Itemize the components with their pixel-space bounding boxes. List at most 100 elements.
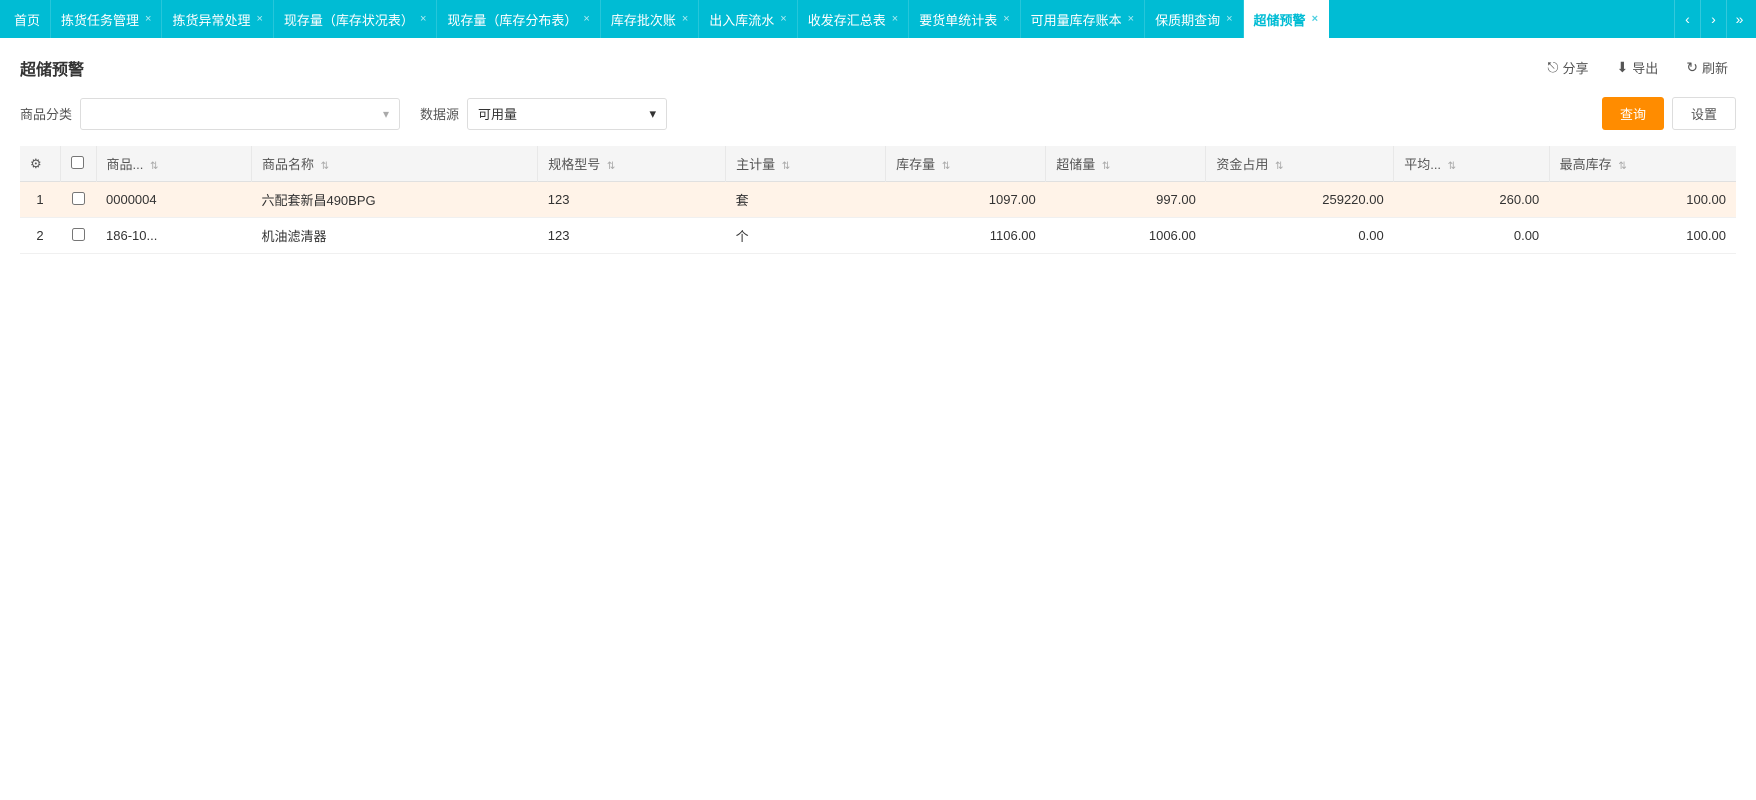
close-icon[interactable]: × [1128,13,1134,25]
max-stock-col-header[interactable]: 最高库存 ⇅ [1549,146,1736,182]
export-icon: ⬇ [1617,59,1629,76]
nav-task-mgmt[interactable]: 拣货任务管理 × [51,0,162,38]
datasource-select[interactable]: 可用量 ▾ [467,98,667,130]
nav-quality-check[interactable]: 保质期查询 × [1145,0,1243,38]
close-icon[interactable]: × [682,13,688,25]
sort-icon: ⇅ [1275,161,1283,172]
avg-col-header[interactable]: 平均... ⇅ [1394,146,1549,182]
nav-home[interactable]: 首页 [4,0,51,38]
spec-cell: 123 [538,218,726,254]
share-button[interactable]: ⎋ 分享 [1539,54,1596,81]
overstock-cell: 1006.00 [1046,218,1206,254]
nav-stock-dist[interactable]: 现存量（库存分布表） × [437,0,600,38]
sort-icon: ⇅ [1448,161,1456,172]
close-icon[interactable]: × [1312,13,1318,25]
close-icon[interactable]: × [1226,13,1232,25]
page-title: 超储预警 [20,56,84,80]
refresh-icon: ↻ [1686,59,1698,76]
nav-inout-flow[interactable]: 出入库流水 × [699,0,797,38]
sort-icon: ⇅ [607,161,615,172]
sku-code-cell: 0000004 [96,182,251,218]
unit-cell: 个 [726,218,886,254]
close-icon[interactable]: × [145,13,151,25]
filter-actions: 查询 设置 [1602,97,1736,130]
close-icon[interactable]: × [780,13,786,25]
close-icon[interactable]: × [256,13,262,25]
capital-occ-cell: 0.00 [1206,218,1394,254]
sku-code-col-header[interactable]: 商品... ⇅ [96,146,251,182]
sku-name-cell: 六配套新昌490BPG [251,182,537,218]
nav-more-arrow[interactable]: » [1726,0,1752,38]
nav-exception[interactable]: 拣货异常处理 × [162,0,273,38]
nav-batch-ledger[interactable]: 库存批次账 × [601,0,699,38]
nav-stock-status[interactable]: 现存量（库存状况表） × [274,0,437,38]
close-icon[interactable]: × [892,13,898,25]
sort-icon: ⇅ [782,161,790,172]
sort-icon: ⇅ [1102,161,1110,172]
share-icon: ⎋ [1547,59,1558,76]
capital-occ-col-header[interactable]: 资金占用 ⇅ [1206,146,1394,182]
stock-col-header[interactable]: 库存量 ⇅ [886,146,1046,182]
settings-button[interactable]: 设置 [1672,97,1736,130]
table-row: 1 0000004 六配套新昌490BPG 123 套 1097.00 997.… [20,182,1736,218]
page-header: 超储预警 ⎋ 分享 ⬇ 导出 ↻ 刷新 [20,54,1736,81]
row-checkbox-cell[interactable] [60,218,96,254]
sku-code-cell: 186-10... [96,218,251,254]
sort-icon: ⇅ [321,161,329,172]
category-filter: 商品分类 ▾ [20,98,400,130]
sort-icon: ⇅ [1618,161,1626,172]
export-button[interactable]: ⬇ 导出 [1609,54,1667,81]
table-row: 2 186-10... 机油滤清器 123 个 1106.00 1006.00 … [20,218,1736,254]
chevron-down-icon: ▾ [650,106,657,122]
row-checkbox-cell[interactable] [60,182,96,218]
category-select[interactable]: ▾ [80,98,400,130]
close-icon[interactable]: × [420,13,426,25]
header-actions: ⎋ 分享 ⬇ 导出 ↻ 刷新 [1539,54,1736,81]
stock-cell: 1097.00 [886,182,1046,218]
unit-col-header[interactable]: 主计量 ⇅ [726,146,886,182]
nav-overstock-warning[interactable]: 超储预警 × [1244,0,1329,38]
overstock-cell: 997.00 [1046,182,1206,218]
unit-cell: 套 [726,182,886,218]
datasource-filter: 数据源 可用量 ▾ [420,98,667,130]
overstock-col-header[interactable]: 超储量 ⇅ [1046,146,1206,182]
max-stock-cell: 100.00 [1549,182,1736,218]
datasource-value: 可用量 [478,104,517,123]
sku-name-cell: 机油滤清器 [251,218,537,254]
filter-bar: 商品分类 ▾ 数据源 可用量 ▾ 查询 设置 [20,97,1736,130]
data-table: ⚙ 商品... ⇅ 商品名称 ⇅ 规格型号 ⇅ 主计量 [20,146,1736,254]
chevron-down-icon: ▾ [383,107,389,121]
settings-col-header[interactable]: ⚙ [20,146,60,182]
max-stock-cell: 100.00 [1549,218,1736,254]
gear-icon: ⚙ [30,156,42,171]
query-button[interactable]: 查询 [1602,97,1664,130]
close-icon[interactable]: × [1003,13,1009,25]
select-all-checkbox[interactable] [71,156,84,169]
close-icon[interactable]: × [583,13,589,25]
checkbox-col-header[interactable] [60,146,96,182]
sku-name-col-header[interactable]: 商品名称 ⇅ [251,146,537,182]
page-content: 超储预警 ⎋ 分享 ⬇ 导出 ↻ 刷新 商品分类 ▾ 数据源 [0,38,1756,270]
avg-cell: 0.00 [1394,218,1549,254]
spec-cell: 123 [538,182,726,218]
table-header-row: ⚙ 商品... ⇅ 商品名称 ⇅ 规格型号 ⇅ 主计量 [20,146,1736,182]
row-number: 2 [20,218,60,254]
nav-order-stats[interactable]: 要货单统计表 × [909,0,1020,38]
refresh-button[interactable]: ↻ 刷新 [1678,54,1736,81]
nav-receive-summary[interactable]: 收发存汇总表 × [798,0,909,38]
capital-occ-cell: 259220.00 [1206,182,1394,218]
row-checkbox[interactable] [72,228,85,241]
nav-available-ledger[interactable]: 可用量库存账本 × [1021,0,1145,38]
stock-cell: 1106.00 [886,218,1046,254]
nav-end-arrows: ‹ › » [1674,0,1752,38]
spec-col-header[interactable]: 规格型号 ⇅ [538,146,726,182]
datasource-label: 数据源 [420,104,459,123]
category-label: 商品分类 [20,104,72,123]
nav-left-arrow[interactable]: ‹ [1674,0,1700,38]
row-number: 1 [20,182,60,218]
top-navigation: 首页 拣货任务管理 × 拣货异常处理 × 现存量（库存状况表） × 现存量（库存… [0,0,1756,38]
sort-icon: ⇅ [942,161,950,172]
nav-right-arrow[interactable]: › [1700,0,1726,38]
avg-cell: 260.00 [1394,182,1549,218]
row-checkbox[interactable] [72,192,85,205]
